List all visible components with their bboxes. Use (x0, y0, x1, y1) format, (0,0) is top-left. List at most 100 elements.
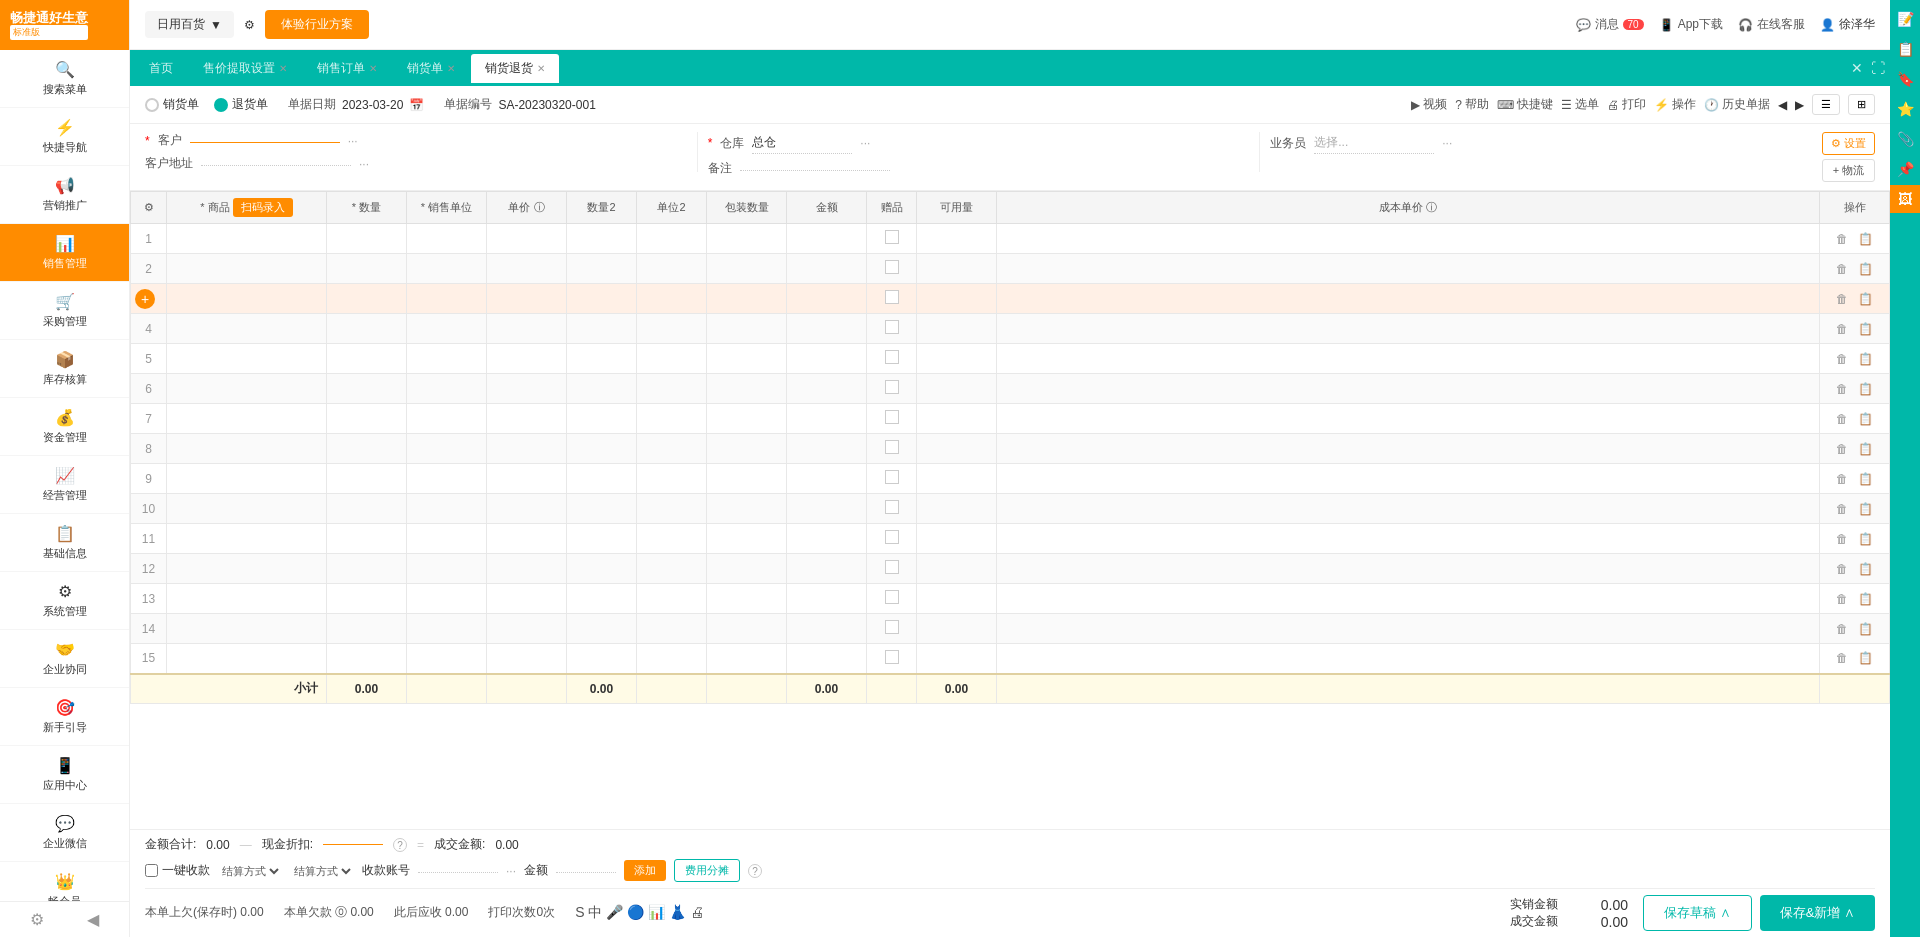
available-cell-12[interactable] (917, 554, 997, 584)
qty-cell-7[interactable] (327, 404, 407, 434)
copy-icon-9[interactable]: 📋 (1858, 472, 1873, 486)
radio-return[interactable]: 退货单 (214, 96, 268, 113)
discount-value[interactable] (323, 844, 383, 845)
copy-icon-6[interactable]: 📋 (1858, 382, 1873, 396)
shortcut-btn[interactable]: ⌨ 快捷键 (1497, 96, 1553, 113)
gift-checkbox-4[interactable] (885, 320, 899, 334)
product-cell-13[interactable] (167, 584, 327, 614)
unit-price-cell-11[interactable] (487, 524, 567, 554)
unit-price-cell-7[interactable] (487, 404, 567, 434)
sidebar-item-guide[interactable]: 🎯新手引导 (0, 688, 129, 746)
app-download-button[interactable]: 📱 App下载 (1659, 16, 1723, 33)
amount-cell-4[interactable] (787, 314, 867, 344)
unit2-cell-2[interactable] (637, 254, 707, 284)
unit2-cell-11[interactable] (637, 524, 707, 554)
sidebar-item-inventory[interactable]: 📦库存核算 (0, 340, 129, 398)
toolbar-icon-3[interactable]: 🎤 (606, 904, 623, 922)
amount-cell-11[interactable] (787, 524, 867, 554)
pack-qty-cell-9[interactable] (707, 464, 787, 494)
gift-checkbox-9[interactable] (885, 470, 899, 484)
tab-home[interactable]: 首页 (135, 54, 187, 83)
salesperson-select-btn[interactable]: ··· (1442, 136, 1452, 150)
tab-close-sales-return[interactable]: ✕ (537, 63, 545, 74)
amount-cell-3[interactable] (787, 284, 867, 314)
gift-checkbox-10[interactable] (885, 500, 899, 514)
copy-icon-5[interactable]: 📋 (1858, 352, 1873, 366)
cost-price-cell-11[interactable] (997, 524, 1820, 554)
copy-icon-13[interactable]: 📋 (1858, 592, 1873, 606)
nav-next[interactable]: ▶ (1795, 98, 1804, 112)
product-cell-9[interactable] (167, 464, 327, 494)
pack-qty-cell-15[interactable] (707, 644, 787, 674)
gift-cell-10[interactable] (867, 494, 917, 524)
settings-icon[interactable]: ⚙ (244, 18, 255, 32)
sidebar-item-shortcut[interactable]: ⚡快捷导航 (0, 108, 129, 166)
qty-cell-1[interactable] (327, 224, 407, 254)
copy-icon-14[interactable]: 📋 (1858, 622, 1873, 636)
gift-cell-13[interactable] (867, 584, 917, 614)
qty-cell-10[interactable] (327, 494, 407, 524)
qty2-cell-14[interactable] (567, 614, 637, 644)
qty2-cell-12[interactable] (567, 554, 637, 584)
unit2-cell-5[interactable] (637, 344, 707, 374)
account-input[interactable] (418, 868, 498, 873)
pack-qty-cell-5[interactable] (707, 344, 787, 374)
sidebar-item-purchase[interactable]: 🛒采购管理 (0, 282, 129, 340)
product-cell-6[interactable] (167, 374, 327, 404)
product-cell-2[interactable] (167, 254, 327, 284)
amount-cell-6[interactable] (787, 374, 867, 404)
unit2-cell-4[interactable] (637, 314, 707, 344)
pack-qty-cell-3[interactable] (707, 284, 787, 314)
pack-qty-cell-13[interactable] (707, 584, 787, 614)
qty-cell-13[interactable] (327, 584, 407, 614)
sidebar-item-sales[interactable]: 📊销售管理 (0, 224, 129, 282)
sidebar-item-search[interactable]: 🔍搜索菜单 (0, 50, 129, 108)
cost-price-cell-1[interactable] (997, 224, 1820, 254)
available-cell-5[interactable] (917, 344, 997, 374)
delete-icon-1[interactable]: 🗑 (1836, 232, 1848, 246)
scan-btn[interactable]: 扫码录入 (233, 198, 293, 217)
available-cell-1[interactable] (917, 224, 997, 254)
unit2-cell-10[interactable] (637, 494, 707, 524)
copy-icon-11[interactable]: 📋 (1858, 532, 1873, 546)
amount-input[interactable] (556, 868, 616, 873)
delete-icon-11[interactable]: 🗑 (1836, 532, 1848, 546)
cost-price-cell-13[interactable] (997, 584, 1820, 614)
qty2-cell-10[interactable] (567, 494, 637, 524)
product-cell-7[interactable] (167, 404, 327, 434)
product-cell-4[interactable] (167, 314, 327, 344)
sidebar-item-operations[interactable]: 📈经营管理 (0, 456, 129, 514)
qty2-cell-13[interactable] (567, 584, 637, 614)
cost-price-cell-4[interactable] (997, 314, 1820, 344)
qty-cell-2[interactable] (327, 254, 407, 284)
unit2-cell-15[interactable] (637, 644, 707, 674)
qty-cell-9[interactable] (327, 464, 407, 494)
copy-icon-3[interactable]: 📋 (1858, 292, 1873, 306)
help-icon[interactable]: ? (393, 838, 407, 852)
close-tab-icon[interactable]: ✕ (1851, 60, 1863, 76)
gift-cell-3[interactable] (867, 284, 917, 314)
qty2-cell-3[interactable] (567, 284, 637, 314)
toolbar-icon-6[interactable]: 👗 (669, 904, 686, 922)
product-cell-8[interactable] (167, 434, 327, 464)
copy-icon-10[interactable]: 📋 (1858, 502, 1873, 516)
product-cell-10[interactable] (167, 494, 327, 524)
unit2-cell-9[interactable] (637, 464, 707, 494)
pack-qty-cell-2[interactable] (707, 254, 787, 284)
address-input[interactable] (201, 161, 351, 166)
toolbar-icon-2[interactable]: 中 (588, 904, 602, 922)
unit-price-cell-4[interactable] (487, 314, 567, 344)
pack-qty-cell-8[interactable] (707, 434, 787, 464)
help-btn[interactable]: ? 帮助 (1455, 96, 1489, 113)
sidebar-item-wechat[interactable]: 💬企业微信 (0, 804, 129, 862)
pack-qty-cell-7[interactable] (707, 404, 787, 434)
warehouse-input[interactable]: 总仓 (752, 132, 852, 154)
gift-cell-5[interactable] (867, 344, 917, 374)
video-btn[interactable]: ▶ 视频 (1411, 96, 1447, 113)
fee-split-btn[interactable]: 费用分摊 (674, 859, 740, 882)
product-cell-5[interactable] (167, 344, 327, 374)
sales-unit-cell-2[interactable] (407, 254, 487, 284)
sales-unit-cell-4[interactable] (407, 314, 487, 344)
available-cell-6[interactable] (917, 374, 997, 404)
salesperson-input[interactable]: 选择... (1314, 132, 1434, 154)
